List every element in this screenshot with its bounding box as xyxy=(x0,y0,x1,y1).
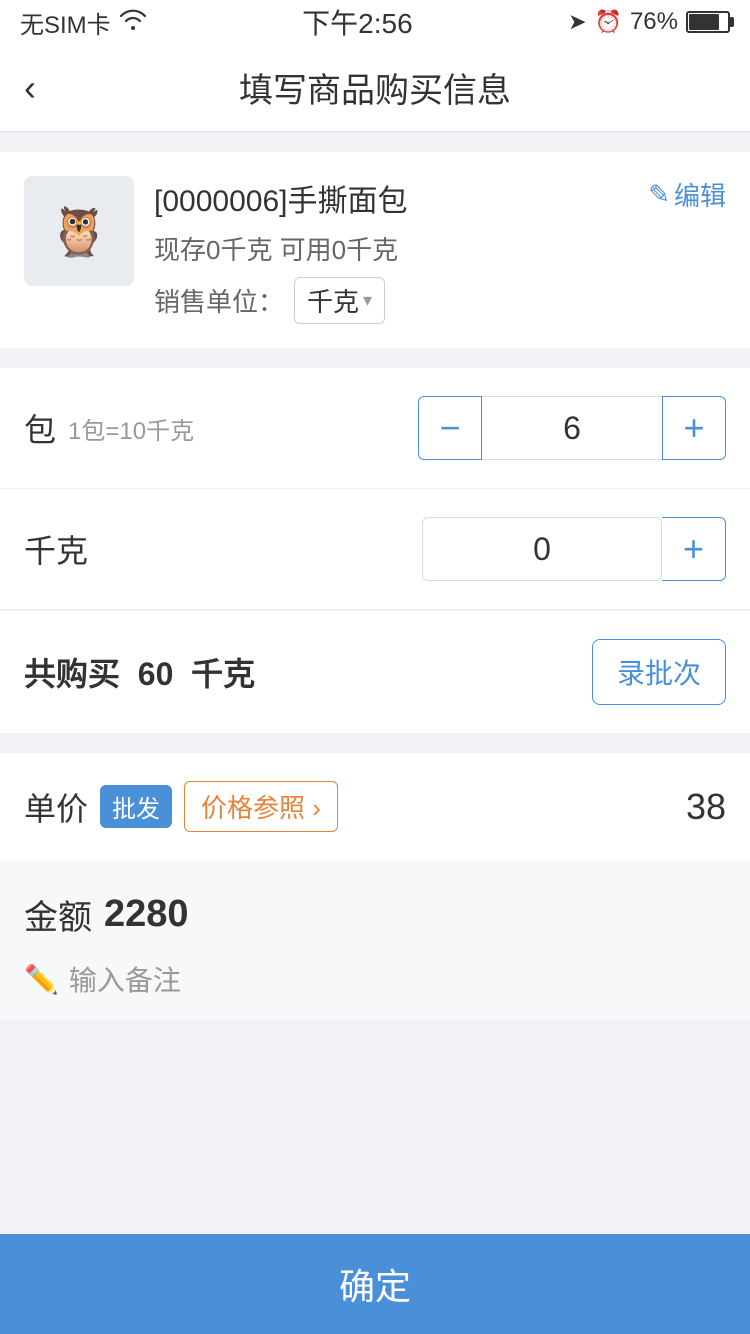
unit-value: 千克 xyxy=(307,282,359,319)
edit-icon: ✎ xyxy=(648,179,670,210)
bao-quantity-row: 包 1包=10千克 − + xyxy=(0,368,750,489)
kg-label: 千克 xyxy=(24,526,88,572)
edit-label: 编辑 xyxy=(674,176,726,213)
price-label: 单价 xyxy=(24,784,88,830)
total-text: 共购买 60 千克 xyxy=(24,649,255,695)
product-card: 🦉 [0000006]手撕面包 ✎ 编辑 现存0千克 可用0千克 销售单位： 千… xyxy=(0,152,750,348)
amount-section: 金额 2280 ✏️ 输入备注 xyxy=(0,860,750,1019)
product-stock: 现存0千克 可用0千克 xyxy=(154,230,726,267)
status-time: 下午2:56 xyxy=(302,2,413,42)
carrier-text: 无SIM卡 xyxy=(20,5,111,40)
status-bar: 无SIM卡 下午2:56 ➤ ⏰ 76% xyxy=(0,0,750,44)
battery-icon xyxy=(686,11,730,33)
price-ref-button[interactable]: 价格参照 › xyxy=(184,781,338,832)
amount-row: 金额 2280 xyxy=(24,890,726,939)
kg-quantity-input[interactable] xyxy=(422,517,662,581)
edit-button[interactable]: ✎ 编辑 xyxy=(648,176,726,213)
bao-minus-button[interactable]: − xyxy=(418,396,482,460)
total-unit: 千克 xyxy=(191,656,255,692)
product-image: 🦉 xyxy=(24,176,134,286)
note-placeholder: 输入备注 xyxy=(69,959,181,999)
bao-sublabel: 1包=10千克 xyxy=(68,411,194,446)
product-logo: 🦉 xyxy=(49,203,109,260)
unit-label: 销售单位： xyxy=(154,282,284,319)
price-left: 单价 批发 价格参照 › xyxy=(24,781,338,832)
unit-select[interactable]: 千克 ▾ xyxy=(294,277,385,324)
price-section: 单价 批发 价格参照 › 38 xyxy=(0,753,750,860)
kg-label-text: 千克 xyxy=(24,526,88,572)
battery-percent: 76% xyxy=(630,8,678,36)
note-row[interactable]: ✏️ 输入备注 xyxy=(24,959,726,999)
total-prefix: 共购买 xyxy=(24,656,120,692)
nav-bar: ‹ 填写商品购买信息 xyxy=(0,44,750,132)
price-value: 38 xyxy=(686,786,726,828)
amount-value: 2280 xyxy=(104,893,189,936)
total-section: 共购买 60 千克 录批次 xyxy=(0,610,750,733)
status-right: ➤ ⏰ 76% xyxy=(568,8,730,36)
product-top-row: [0000006]手撕面包 ✎ 编辑 xyxy=(154,176,726,230)
quantity-section: 包 1包=10千克 − + 千克 + xyxy=(0,368,750,610)
location-icon: ➤ xyxy=(568,9,586,35)
bao-label-text: 包 xyxy=(24,405,56,451)
bao-label: 包 1包=10千克 xyxy=(24,405,194,451)
product-name: [0000006]手撕面包 xyxy=(154,176,407,220)
product-info: [0000006]手撕面包 ✎ 编辑 现存0千克 可用0千克 销售单位： 千克 … xyxy=(154,176,726,324)
kg-plus-button[interactable]: + xyxy=(662,517,726,581)
chevron-down-icon: ▾ xyxy=(363,290,372,311)
back-button[interactable]: ‹ xyxy=(24,67,36,109)
kg-quantity-row: 千克 + xyxy=(0,489,750,610)
amount-label: 金额 xyxy=(24,890,92,939)
bao-quantity-input[interactable] xyxy=(482,396,662,460)
pencil-icon: ✏️ xyxy=(24,963,59,996)
price-tag: 批发 xyxy=(100,785,172,828)
spacer xyxy=(0,1019,750,1234)
batch-button[interactable]: 录批次 xyxy=(592,639,726,705)
kg-quantity-control: + xyxy=(422,517,726,581)
total-value: 60 xyxy=(138,656,174,692)
page-title: 填写商品购买信息 xyxy=(239,63,511,112)
status-left: 无SIM卡 xyxy=(20,5,147,40)
bao-plus-button[interactable]: + xyxy=(662,396,726,460)
wifi-icon xyxy=(119,8,147,37)
bao-quantity-control: − + xyxy=(418,396,726,460)
product-unit-row: 销售单位： 千克 ▾ xyxy=(154,277,726,324)
alarm-icon: ⏰ xyxy=(595,9,622,35)
confirm-button[interactable]: 确定 xyxy=(0,1234,750,1334)
